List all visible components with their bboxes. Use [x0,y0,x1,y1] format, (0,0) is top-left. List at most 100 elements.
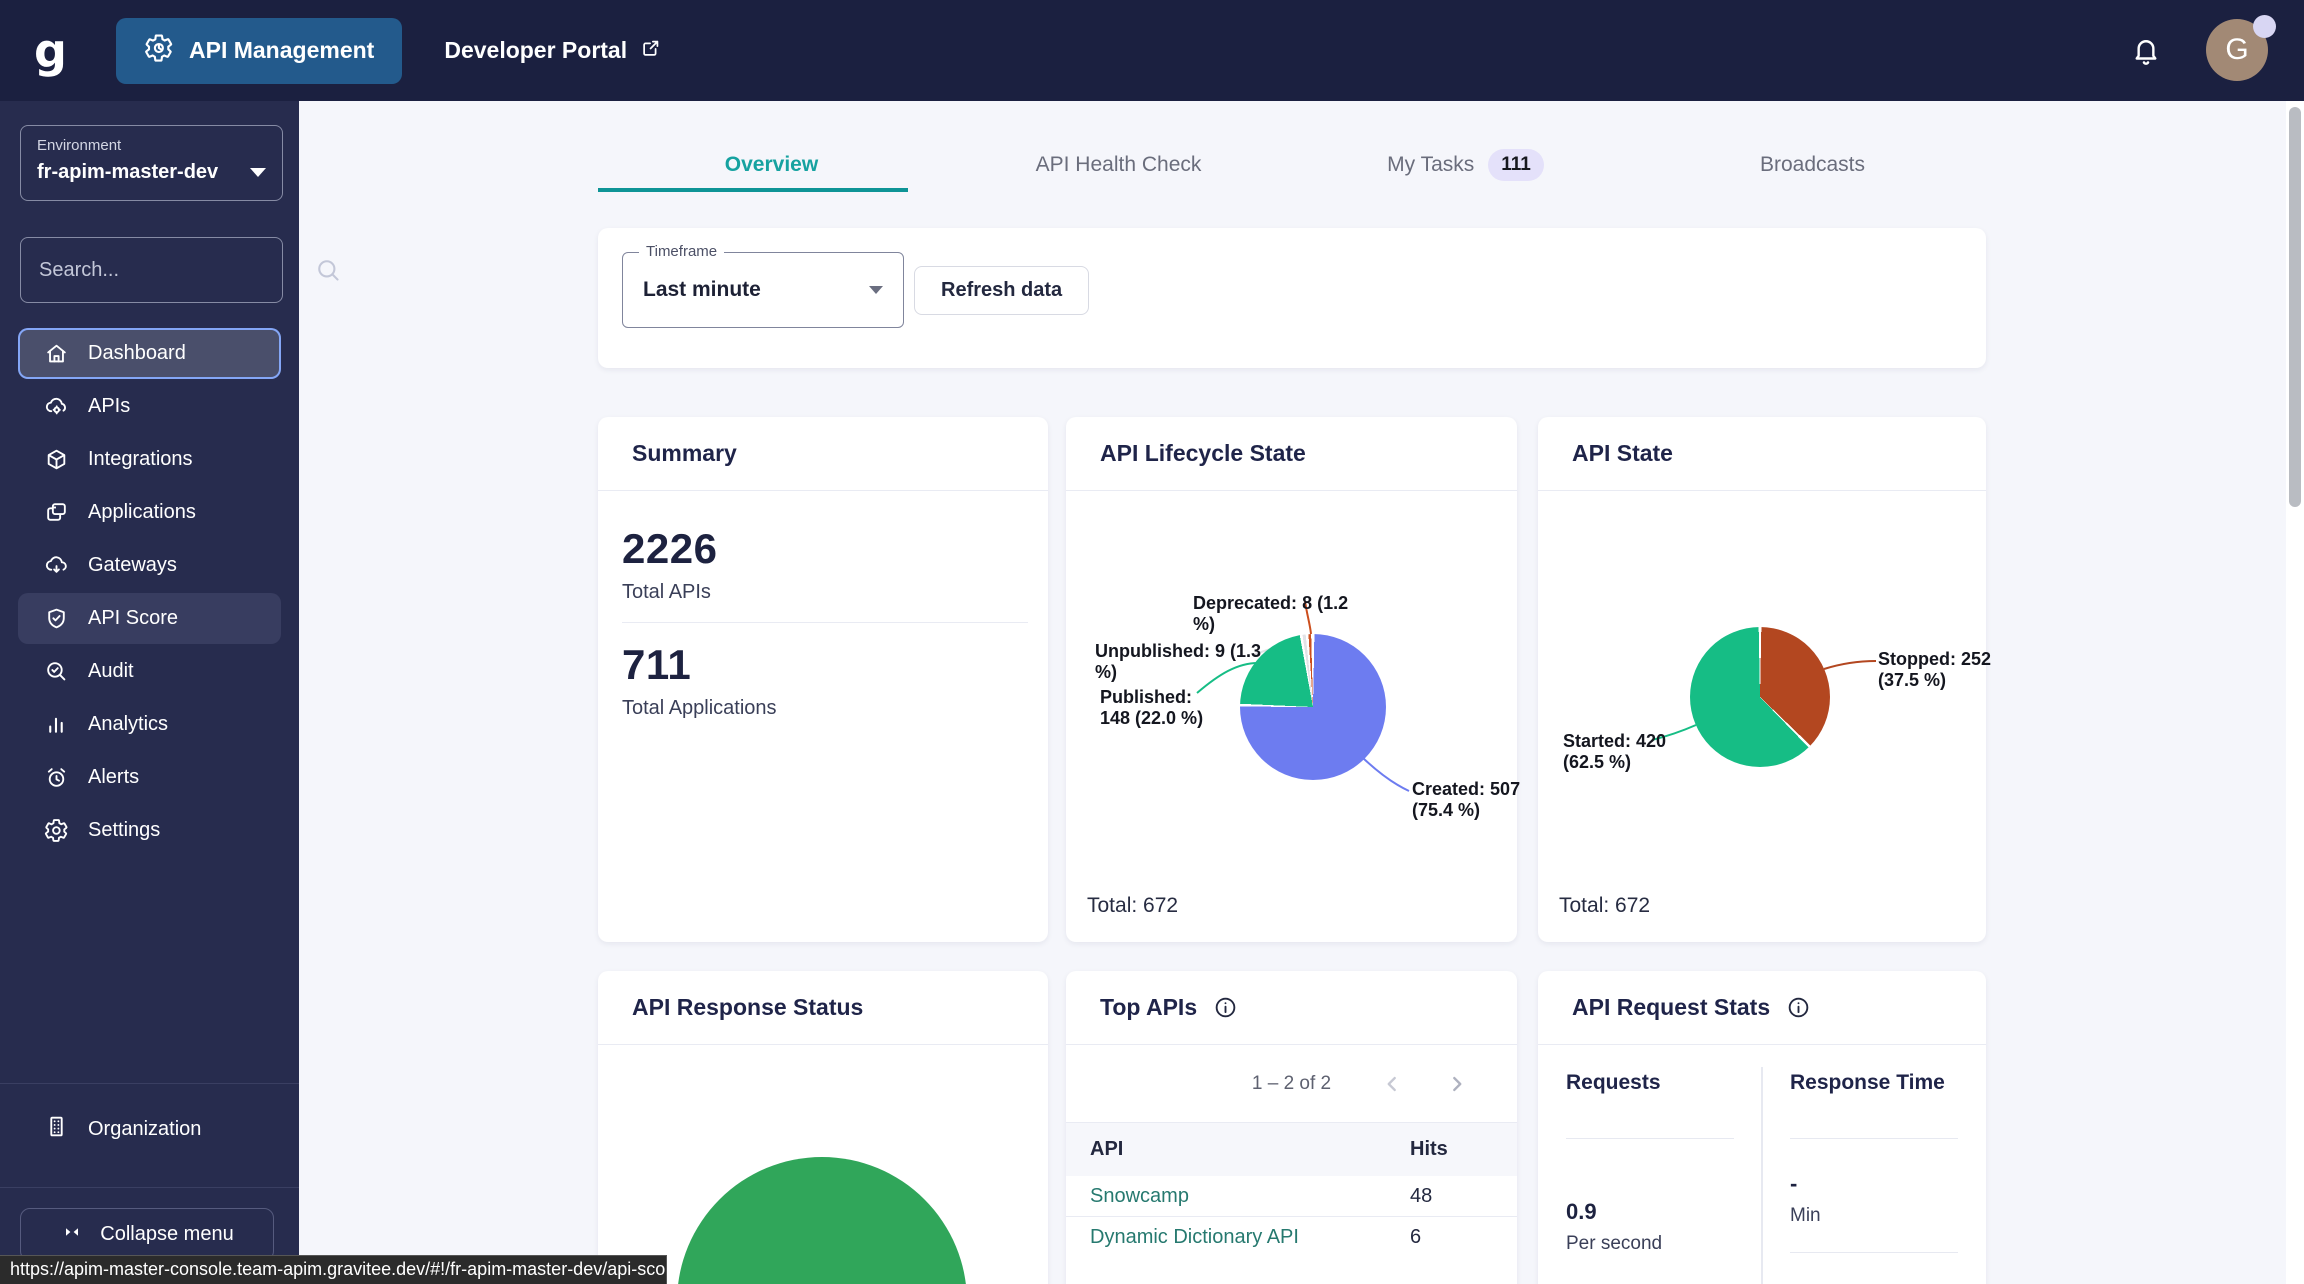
timeframe-toolbar-card: Timeframe Last minute Refresh data [598,228,1986,368]
api-request-stats-card: API Request Stats Requests Response Time… [1538,971,1986,1284]
refresh-data-button[interactable]: Refresh data [914,266,1089,315]
environment-label: Environment [37,137,266,154]
divider [1790,1138,1958,1139]
divider [1761,1067,1763,1284]
sidebar-item-audit[interactable]: Audit [18,646,281,697]
alarm-clock-icon [44,765,69,790]
total-applications-label: Total Applications [622,697,1028,720]
status-url-bar: https://apim-master-console.team-apim.gr… [0,1255,667,1284]
info-icon[interactable] [1213,995,1238,1020]
top-apis-card: Top APIs 1 – 2 of 2 API Hits Snowcamp 48… [1066,971,1517,1284]
sidebar-search[interactable] [20,237,283,303]
info-icon[interactable] [1786,995,1811,1020]
developer-portal-link[interactable]: Developer Portal [444,37,662,65]
main-content: Overview API Health Check My Tasks 111 B… [299,101,2304,1284]
total-applications-value: 711 [622,641,1028,689]
sidebar-item-label: Applications [88,501,196,524]
environment-select[interactable]: Environment fr-apim-master-dev [20,125,283,201]
sidebar-item-label: Analytics [88,713,168,736]
tab-overview[interactable]: Overview [598,137,945,192]
response-time-value: - [1790,1171,1797,1197]
card-title: API Lifecycle State [1100,440,1306,467]
api-state-card: API State Stopped: 252 (37.5 %) Started:… [1538,417,1986,942]
chevron-down-icon [250,168,266,177]
collapse-menu-label: Collapse menu [100,1223,233,1246]
sidebar-item-label: APIs [88,395,130,418]
gear-icon [144,33,174,69]
timeframe-select[interactable]: Timeframe Last minute [622,252,904,328]
sidebar-item-alerts[interactable]: Alerts [18,752,281,803]
building-icon [44,1114,69,1145]
tab-my-tasks[interactable]: My Tasks 111 [1292,137,1639,192]
sidebar-item-analytics[interactable]: Analytics [18,699,281,750]
pagination: 1 – 2 of 2 [1066,1045,1517,1123]
sidebar-nav: Dashboard APIs Integrations Applications… [0,328,299,856]
search-icon [314,256,342,284]
hits-value: 48 [1410,1185,1493,1208]
search-input[interactable] [39,259,304,282]
sidebar-item-dashboard[interactable]: Dashboard [18,328,281,379]
home-icon [44,341,69,366]
environment-value: fr-apim-master-dev [37,161,218,184]
pie-api-state[interactable] [1690,627,1830,767]
card-title: API Request Stats [1572,994,1770,1021]
windows-icon [44,500,69,525]
sidebar-item-label: Gateways [88,554,177,577]
divider [0,1187,299,1188]
state-pie-chart: Stopped: 252 (37.5 %) Started: 420 (62.5… [1538,491,1986,942]
sidebar: Environment fr-apim-master-dev Dashboard… [0,101,299,1284]
divider [1790,1252,1958,1253]
pagination-range: 1 – 2 of 2 [1252,1073,1331,1095]
tab-api-health-check[interactable]: API Health Check [945,137,1292,192]
cube-icon [44,447,69,472]
sidebar-item-gateways[interactable]: Gateways [18,540,281,591]
card-title: API Response Status [632,994,863,1021]
sidebar-item-api-score[interactable]: API Score [18,593,281,644]
top-bar: g API Management Developer Portal G [0,0,2304,101]
sidebar-item-label: Settings [88,819,160,842]
scrollbar-thumb[interactable] [2289,107,2301,507]
table-row: Dynamic Dictionary API 6 [1066,1217,1517,1258]
cloud-gear-icon [44,394,69,419]
my-tasks-count-badge: 111 [1488,149,1544,181]
sidebar-item-applications[interactable]: Applications [18,487,281,538]
requests-value: 0.9 [1566,1199,1597,1225]
scrollbar-track[interactable] [2286,101,2304,1284]
card-title: Summary [632,440,737,467]
sidebar-item-label: Alerts [88,766,139,789]
api-management-button[interactable]: API Management [116,18,402,84]
tab-bar: Overview API Health Check My Tasks 111 B… [598,137,1986,192]
hits-value: 6 [1410,1226,1493,1249]
sidebar-item-label: API Score [88,607,178,630]
api-link-snowcamp[interactable]: Snowcamp [1090,1185,1410,1208]
requests-unit: Per second [1566,1233,1662,1255]
column-api: API [1090,1138,1410,1161]
column-hits: Hits [1410,1138,1493,1161]
gravitee-logo-icon[interactable]: g [34,28,86,74]
collapse-menu-button[interactable]: Collapse menu [20,1208,274,1261]
pie-response-status[interactable] [677,1157,967,1284]
sidebar-item-apis[interactable]: APIs [18,381,281,432]
api-link-dynamic-dictionary[interactable]: Dynamic Dictionary API [1090,1226,1410,1249]
sidebar-item-integrations[interactable]: Integrations [18,434,281,485]
timeframe-label: Timeframe [639,243,724,260]
requests-header: Requests [1566,1071,1661,1095]
total-apis-value: 2226 [622,525,1028,573]
slice-label-unpublished: Unpublished: 9 (1.3 %) [1095,641,1263,683]
api-management-label: API Management [189,37,374,64]
sidebar-item-organization[interactable]: Organization [18,1101,281,1157]
developer-portal-label: Developer Portal [444,37,627,64]
user-avatar[interactable]: G [2206,19,2270,83]
divider [0,1083,299,1084]
slice-label-stopped: Stopped: 252 (37.5 %) [1878,649,2000,691]
chevron-right-icon[interactable] [1444,1071,1470,1097]
sidebar-item-settings[interactable]: Settings [18,805,281,856]
api-response-status-card: API Response Status [598,971,1048,1284]
lifecycle-pie-chart: Deprecated: 8 (1.2 %) Unpublished: 9 (1.… [1066,491,1517,942]
slice-label-published: Published: 148 (22.0 %) [1100,687,1218,729]
search-check-icon [44,659,69,684]
card-title: API State [1572,440,1673,467]
notifications-bell-icon[interactable] [2128,33,2164,69]
tab-broadcasts[interactable]: Broadcasts [1639,137,1986,192]
chevron-left-icon[interactable] [1379,1071,1405,1097]
